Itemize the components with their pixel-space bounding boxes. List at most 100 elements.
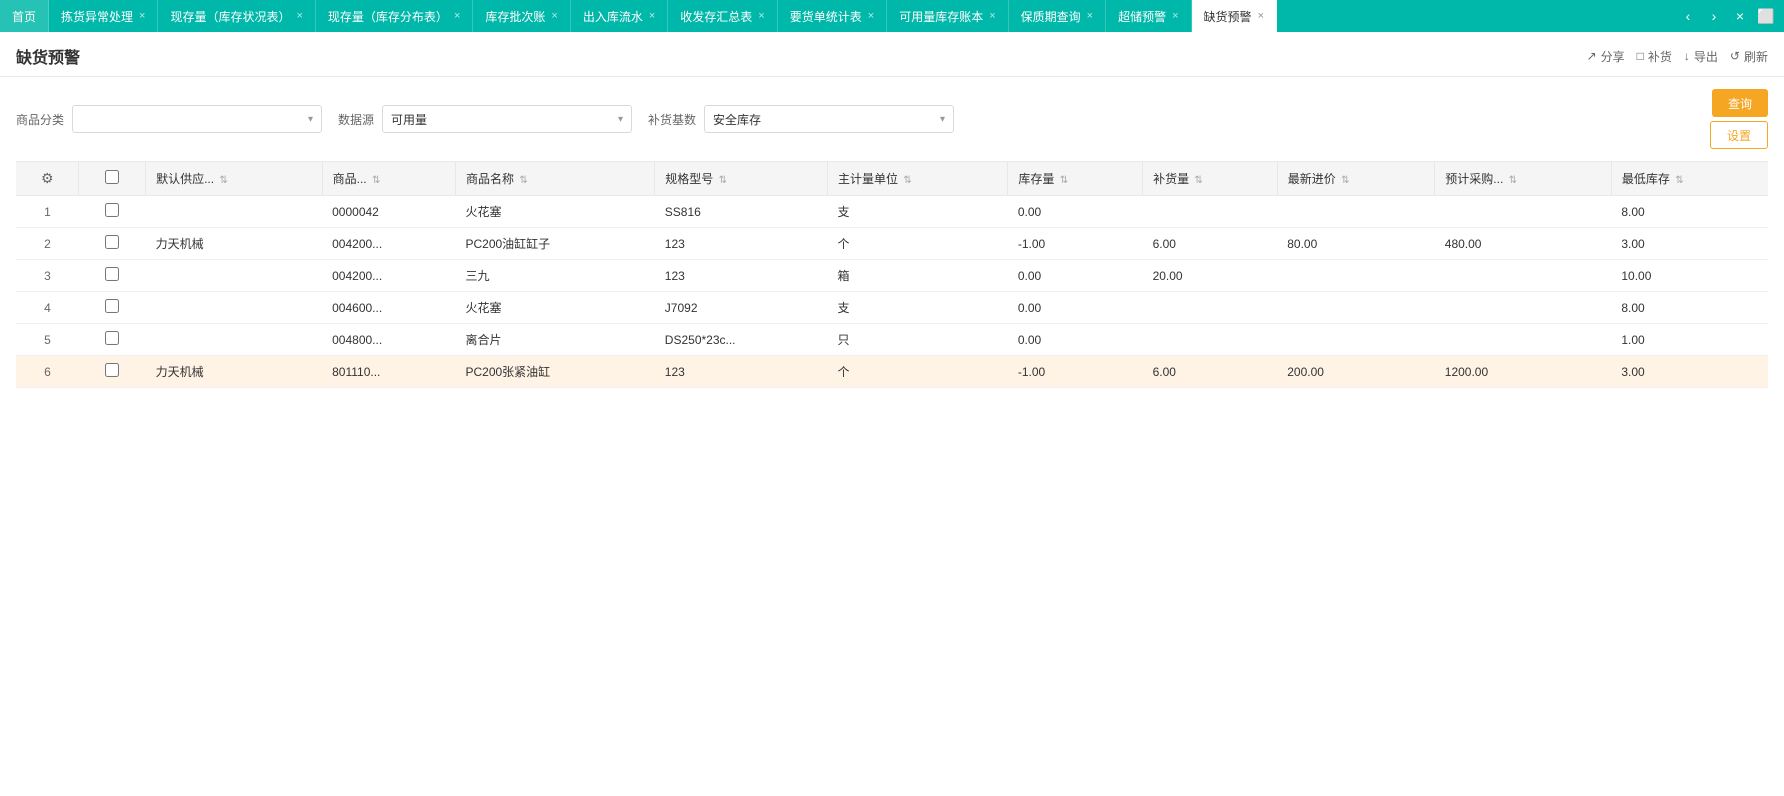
row-name-6: PC200张紧油缸 — [455, 356, 654, 388]
row-num-4: 4 — [16, 292, 79, 324]
tab-shortage[interactable]: 缺货预警 × — [1192, 0, 1277, 32]
col-checkbox — [79, 162, 146, 196]
row-min-stock-1: 8.00 — [1611, 196, 1768, 228]
tab-abnormal-close[interactable]: × — [139, 10, 145, 22]
sort-supplier-icon[interactable]: ⇅ — [219, 175, 227, 186]
row-stock-1: 0.00 — [1008, 196, 1143, 228]
datasource-label: 数据源 — [338, 111, 374, 128]
col-latest-price: 最新进价 ⇅ — [1277, 162, 1435, 196]
table-row[interactable]: 6 力天机械 801110... PC200张紧油缸 123 个 -1.00 6… — [16, 356, 1768, 388]
row-checkbox-3[interactable] — [79, 260, 146, 292]
nav-close-button[interactable]: × — [1728, 4, 1752, 28]
tab-shortage-close[interactable]: × — [1258, 10, 1264, 22]
row-estimated-purchase-5 — [1435, 324, 1612, 356]
nav-tabs: 首页 拣货异常处理 × 现存量（库存状况表） × 现存量（库存分布表） × 库存… — [0, 0, 1784, 32]
row-spec-4: J7092 — [655, 292, 828, 324]
tab-receive-summary[interactable]: 收发存汇总表 × — [668, 0, 777, 32]
category-select[interactable]: ▾ — [72, 105, 322, 133]
share-button[interactable]: ↗ 分享 — [1587, 48, 1625, 65]
col-product-code: 商品... ⇅ — [322, 162, 455, 196]
refresh-button[interactable]: ↺ 刷新 — [1730, 48, 1768, 65]
nav-next-button[interactable]: › — [1702, 4, 1726, 28]
export-button[interactable]: ↓ 导出 — [1684, 48, 1718, 65]
tab-overstock[interactable]: 超储预警 × — [1106, 0, 1191, 32]
sort-min-stock-icon[interactable]: ⇅ — [1675, 175, 1683, 186]
tab-home[interactable]: 首页 — [0, 0, 49, 32]
data-table: ⚙ 默认供应... ⇅ 商品... ⇅ 商品名称 ⇅ — [16, 161, 1768, 388]
row-checkbox-1[interactable] — [79, 196, 146, 228]
tab-inout-flow[interactable]: 出入库流水 × — [571, 0, 668, 32]
tab-receive-summary-close[interactable]: × — [758, 10, 764, 22]
sort-purchase-icon[interactable]: ⇅ — [1509, 175, 1517, 186]
sort-spec-icon[interactable]: ⇅ — [719, 175, 727, 186]
sort-price-icon[interactable]: ⇅ — [1341, 175, 1349, 186]
tab-requisition-stat-close[interactable]: × — [868, 10, 874, 22]
datasource-dropdown-arrow: ▾ — [618, 114, 623, 125]
export-icon: ↓ — [1684, 49, 1690, 63]
row-replenish-5 — [1143, 324, 1278, 356]
table-row[interactable]: 4 004600... 火花塞 J7092 支 0.00 8.00 — [16, 292, 1768, 324]
tab-inout-flow-close[interactable]: × — [649, 10, 655, 22]
tab-requisition-stat[interactable]: 要货单统计表 × — [778, 0, 887, 32]
col-stock: 库存量 ⇅ — [1008, 162, 1143, 196]
row-name-2: PC200油缸缸子 — [455, 228, 654, 260]
tab-batch-account[interactable]: 库存批次账 × — [473, 0, 570, 32]
tab-expiry-query[interactable]: 保质期查询 × — [1009, 0, 1106, 32]
row-checkbox-4[interactable] — [79, 292, 146, 324]
sort-stock-icon[interactable]: ⇅ — [1060, 175, 1068, 186]
replenish-base-label: 补货基数 — [648, 111, 696, 128]
row-replenish-6: 6.00 — [1143, 356, 1278, 388]
row-num-3: 3 — [16, 260, 79, 292]
row-unit-5: 只 — [828, 324, 1008, 356]
page-title: 缺货预警 — [16, 44, 80, 68]
tab-abnormal[interactable]: 拣货异常处理 × — [49, 0, 158, 32]
query-button[interactable]: 查询 — [1712, 89, 1768, 117]
sort-unit-icon[interactable]: ⇅ — [903, 175, 911, 186]
tab-expiry-query-close[interactable]: × — [1087, 10, 1093, 22]
replenish-button[interactable]: □ 补货 — [1637, 48, 1672, 65]
tab-batch-account-close[interactable]: × — [551, 10, 557, 22]
row-name-1: 火花塞 — [455, 196, 654, 228]
row-estimated-purchase-3 — [1435, 260, 1612, 292]
tab-overstock-close[interactable]: × — [1172, 10, 1178, 22]
table-row[interactable]: 2 力天机械 004200... PC200油缸缸子 123 个 -1.00 6… — [16, 228, 1768, 260]
row-min-stock-3: 10.00 — [1611, 260, 1768, 292]
table-row[interactable]: 5 004800... 离合片 DS250*23c... 只 0.00 1.00 — [16, 324, 1768, 356]
col-default-supplier: 默认供应... ⇅ — [146, 162, 323, 196]
row-checkbox-6[interactable] — [79, 356, 146, 388]
datasource-select[interactable]: 可用量 ▾ — [382, 105, 632, 133]
sort-code-icon[interactable]: ⇅ — [372, 175, 380, 186]
table-row[interactable]: 3 004200... 三九 123 箱 0.00 20.00 10.00 — [16, 260, 1768, 292]
row-checkbox-5[interactable] — [79, 324, 146, 356]
settings-button[interactable]: 设置 — [1710, 121, 1768, 149]
table-header-row: ⚙ 默认供应... ⇅ 商品... ⇅ 商品名称 ⇅ — [16, 162, 1768, 196]
col-replenish: 补货量 ⇅ — [1143, 162, 1278, 196]
tab-inventory-dist-close[interactable]: × — [454, 10, 460, 22]
tab-available-ledger-close[interactable]: × — [989, 10, 995, 22]
row-spec-6: 123 — [655, 356, 828, 388]
row-spec-5: DS250*23c... — [655, 324, 828, 356]
row-stock-5: 0.00 — [1008, 324, 1143, 356]
row-checkbox-2[interactable] — [79, 228, 146, 260]
sort-replenish-icon[interactable]: ⇅ — [1194, 175, 1202, 186]
row-replenish-3: 20.00 — [1143, 260, 1278, 292]
replenish-base-select[interactable]: 安全库存 ▾ — [704, 105, 954, 133]
sort-name-icon[interactable]: ⇅ — [519, 175, 527, 186]
nav-maximize-button[interactable]: ⬜ — [1754, 4, 1778, 28]
replenish-icon: □ — [1637, 49, 1644, 63]
select-all-checkbox[interactable] — [105, 170, 119, 184]
tab-available-ledger[interactable]: 可用量库存账本 × — [887, 0, 1008, 32]
row-supplier-2: 力天机械 — [146, 228, 323, 260]
row-replenish-2: 6.00 — [1143, 228, 1278, 260]
nav-prev-button[interactable]: ‹ — [1676, 4, 1700, 28]
col-min-stock: 最低库存 ⇅ — [1611, 162, 1768, 196]
nav-controls: ‹ › × ⬜ — [1670, 4, 1784, 28]
gear-icon[interactable]: ⚙ — [41, 170, 54, 186]
row-supplier-1 — [146, 196, 323, 228]
table-row[interactable]: 1 0000042 火花塞 SS816 支 0.00 8.00 — [16, 196, 1768, 228]
row-min-stock-2: 3.00 — [1611, 228, 1768, 260]
tab-inventory-dist[interactable]: 现存量（库存分布表） × — [316, 0, 473, 32]
tab-inventory-status-close[interactable]: × — [296, 10, 302, 22]
tab-inventory-status[interactable]: 现存量（库存状况表） × — [158, 0, 315, 32]
col-settings: ⚙ — [16, 162, 79, 196]
